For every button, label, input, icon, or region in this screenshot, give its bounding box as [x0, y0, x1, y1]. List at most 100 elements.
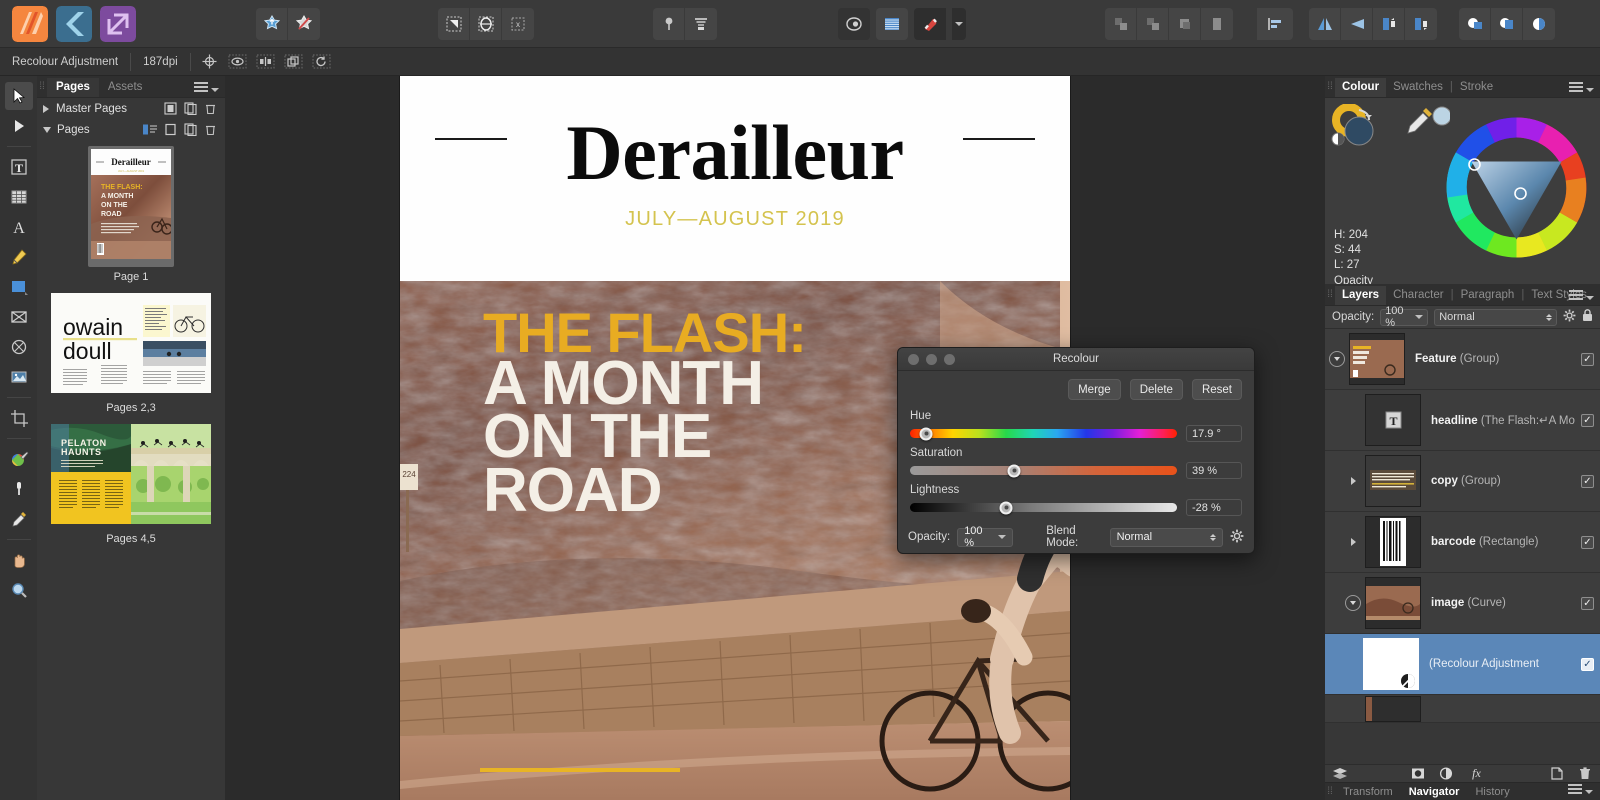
chevron-right-icon[interactable]	[43, 104, 49, 113]
layers-panel-grip[interactable]: ⁞⁞	[1325, 285, 1335, 305]
add-shapes-icon[interactable]	[1459, 8, 1491, 40]
tab-character[interactable]: Character	[1386, 286, 1451, 305]
dialog-opacity-select[interactable]: 100 %	[957, 525, 1014, 549]
layers-panel-menu-icon[interactable]	[1569, 288, 1594, 307]
fill-tool[interactable]	[5, 445, 33, 473]
target-icon[interactable]	[197, 51, 223, 73]
lightness-value[interactable]: -28 %	[1186, 499, 1242, 516]
layer-row-headline[interactable]: T headline (The Flash:↵A Mo ✓	[1325, 390, 1600, 451]
table-tool[interactable]	[5, 183, 33, 211]
tab-history[interactable]: History	[1467, 786, 1517, 798]
reset-button[interactable]: Reset	[1191, 379, 1242, 400]
spread-toggle-icon[interactable]	[141, 122, 159, 138]
tab-pages[interactable]: Pages	[47, 78, 99, 97]
chevron-right-icon[interactable]	[1345, 473, 1361, 489]
mask-icon[interactable]	[838, 8, 870, 40]
layer-list[interactable]: Feature (Group) ✓ T headline (The Flash:…	[1325, 329, 1600, 764]
delete-button[interactable]: Delete	[1129, 379, 1183, 400]
flip-horizontal-icon[interactable]	[1309, 8, 1341, 40]
spread-view-icon[interactable]	[470, 8, 502, 40]
ellipse-frame-tool[interactable]	[5, 333, 33, 361]
delete-page-icon[interactable]	[201, 122, 219, 138]
placeholder-icon[interactable]: x	[502, 8, 534, 40]
move-behind-icon[interactable]	[1201, 8, 1233, 40]
place-image-tool[interactable]	[5, 363, 33, 391]
pen-tool[interactable]	[5, 243, 33, 271]
tab-paragraph[interactable]: Paragraph	[1454, 286, 1522, 305]
tab-transform[interactable]: Transform	[1335, 786, 1401, 798]
tab-navigator[interactable]: Navigator	[1401, 786, 1468, 798]
adjustment-layer-icon[interactable]	[1438, 767, 1454, 781]
rectangle-tool[interactable]	[5, 273, 33, 301]
page-view-icon[interactable]	[438, 8, 470, 40]
saturation-value[interactable]: 39 %	[1186, 462, 1242, 479]
master-pages-row[interactable]: Master Pages	[37, 98, 225, 119]
layer-visibility-checkbox[interactable]: ✓	[1581, 474, 1594, 488]
layers-settings-gear-icon[interactable]	[1563, 309, 1576, 325]
subtract-shapes-icon[interactable]	[1491, 8, 1523, 40]
new-layer-icon[interactable]	[1549, 767, 1565, 781]
layer-row-copy[interactable]: copy (Group) ✓	[1325, 451, 1600, 512]
layer-row-feature[interactable]: Feature (Group) ✓	[1325, 329, 1600, 390]
magnet-icon[interactable]	[914, 8, 946, 40]
chevron-down-icon[interactable]	[43, 126, 51, 133]
page-thumbnail-45[interactable]: PELATON HAUNTS	[51, 424, 211, 529]
delete-layer-icon[interactable]	[1577, 767, 1593, 781]
collapse-disc-icon[interactable]	[1345, 595, 1361, 611]
frame-text-tool[interactable]: T	[5, 153, 33, 181]
tab-assets[interactable]: Assets	[99, 78, 152, 97]
colour-panel-menu-icon[interactable]	[1569, 80, 1594, 99]
move-back-icon[interactable]	[1169, 8, 1201, 40]
tab-swatches[interactable]: Swatches	[1386, 78, 1450, 97]
layer-row-partial[interactable]	[1325, 695, 1600, 723]
bottom-tabs-grip[interactable]: ⁞⁞	[1325, 782, 1335, 800]
refresh-icon[interactable]	[309, 51, 335, 73]
layer-visibility-checkbox[interactable]: ✓	[1581, 413, 1594, 427]
no-assistant-icon[interactable]	[288, 8, 320, 40]
picture-frame-tool[interactable]	[5, 303, 33, 331]
layer-visibility-checkbox[interactable]: ✓	[1581, 657, 1594, 671]
merge-button[interactable]: Merge	[1068, 379, 1121, 400]
dialog-blend-select[interactable]: Normal	[1109, 527, 1223, 547]
lightness-slider[interactable]	[910, 501, 1177, 514]
tab-layers[interactable]: Layers	[1335, 286, 1387, 305]
pages-row[interactable]: Pages	[37, 119, 225, 140]
hue-slider[interactable]	[910, 427, 1177, 440]
duplicate-master-page-icon[interactable]	[181, 101, 199, 117]
mask-layer-icon[interactable]	[1410, 767, 1426, 781]
zoom-tool[interactable]	[5, 576, 33, 604]
move-forward-icon[interactable]	[1137, 8, 1169, 40]
layers-stack-icon[interactable]	[1332, 767, 1348, 781]
tab-stroke[interactable]: Stroke	[1453, 78, 1500, 97]
headline-text-frame[interactable]: THE FLASH: A MONTH ON THE ROAD	[483, 304, 807, 521]
preview-eye-icon[interactable]	[225, 51, 251, 73]
saturation-slider[interactable]	[910, 464, 1177, 477]
crop-tool[interactable]	[5, 404, 33, 432]
add-page-icon[interactable]	[161, 122, 179, 138]
recolour-dialog[interactable]: Recolour Merge Delete Reset Hue 17.9 ° S…	[897, 347, 1255, 554]
mirror-icon[interactable]	[253, 51, 279, 73]
view-pan-tool[interactable]	[5, 546, 33, 574]
fx-icon[interactable]: fx	[1466, 766, 1488, 781]
text-frame-icon[interactable]	[685, 8, 717, 40]
layers-lock-icon[interactable]	[1582, 309, 1593, 325]
intersect-shapes-icon[interactable]	[1523, 8, 1555, 40]
assistant-icon[interactable]	[256, 8, 288, 40]
flip-vertical-icon[interactable]	[1341, 8, 1373, 40]
layers-opacity-field[interactable]: 100 %	[1380, 305, 1429, 329]
dialog-settings-gear-icon[interactable]	[1230, 529, 1244, 546]
recolour-dialog-titlebar[interactable]: Recolour	[898, 348, 1254, 371]
delete-master-page-icon[interactable]	[201, 101, 219, 117]
page-thumbnail-1[interactable]: Derailleur JULY—AUGUST 2019 THE FLASH: A…	[88, 146, 174, 267]
add-master-page-icon[interactable]	[161, 101, 179, 117]
duplicate-icon[interactable]	[281, 51, 307, 73]
layer-row-image[interactable]: image (Curve) ✓	[1325, 573, 1600, 634]
colour-panel-grip[interactable]: ⁞⁞	[1325, 77, 1335, 97]
paint-brush-tool[interactable]	[5, 475, 33, 503]
move-tool[interactable]	[4, 82, 33, 110]
layer-visibility-checkbox[interactable]: ✓	[1581, 352, 1594, 366]
designer-persona-button[interactable]	[12, 6, 48, 42]
rotate-right-icon[interactable]	[1405, 8, 1437, 40]
layer-row-barcode[interactable]: barcode (Rectangle) ✓	[1325, 512, 1600, 573]
colour-picker-tool[interactable]	[5, 505, 33, 533]
